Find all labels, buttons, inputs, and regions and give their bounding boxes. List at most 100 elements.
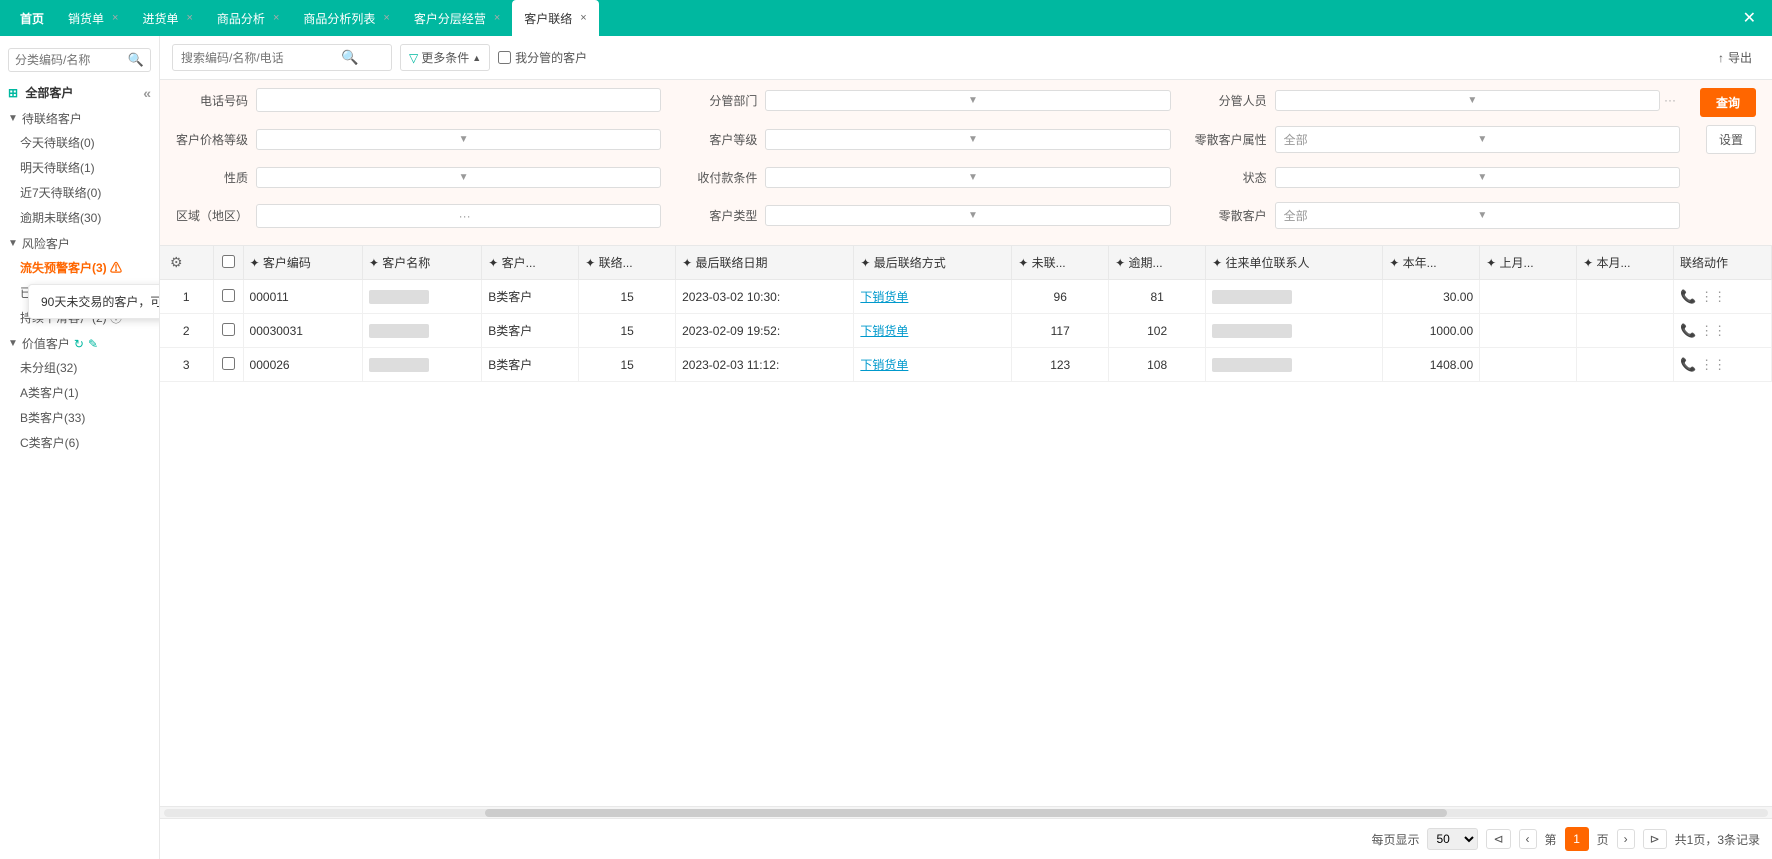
- zero-cust-select[interactable]: 全部 ▼: [1275, 202, 1680, 229]
- nav-tab-customer-segment[interactable]: 客户分层经营 ×: [402, 0, 512, 36]
- first-page-button[interactable]: ⊲: [1486, 829, 1510, 849]
- sidebar-item-class-c[interactable]: C类客户(6): [0, 430, 159, 455]
- value-section[interactable]: ▼ 价值客户 ↻ ✎: [0, 330, 159, 355]
- payment-select[interactable]: ▼: [765, 167, 1170, 188]
- th-last-month[interactable]: ✦ 上月...: [1480, 246, 1577, 280]
- last-page-button[interactable]: ⊳: [1643, 829, 1667, 849]
- th-no-contact-label: ✦ 未联...: [1018, 256, 1065, 270]
- nav-tab-purchase[interactable]: 进货单 ×: [130, 0, 204, 36]
- row2-call-icon[interactable]: 📞: [1680, 323, 1696, 339]
- price-level-select[interactable]: ▼: [256, 129, 661, 150]
- th-overdue[interactable]: ✦ 逾期...: [1109, 246, 1206, 280]
- sidebar-item-class-b[interactable]: B类客户(33): [0, 405, 159, 430]
- my-customers-checkbox[interactable]: [498, 51, 511, 64]
- filter-dept: 分管部门 ▼: [685, 90, 1170, 111]
- sidebar-item-overdue[interactable]: 逾期未联络(30): [0, 205, 159, 230]
- region-select[interactable]: ···: [256, 204, 661, 228]
- collapse-icon[interactable]: «: [143, 85, 151, 101]
- row3-checkbox[interactable]: [222, 357, 235, 370]
- all-customers-group[interactable]: ⊞ 全部客户 «: [0, 80, 159, 105]
- row1-checkbox[interactable]: [222, 289, 235, 302]
- th-this-year[interactable]: ✦ 本年...: [1383, 246, 1480, 280]
- refresh-icon[interactable]: ↻: [74, 337, 84, 351]
- query-button[interactable]: 查询: [1700, 88, 1756, 117]
- th-type[interactable]: ✦ 客户...: [482, 246, 579, 280]
- person-dots[interactable]: ···: [1660, 93, 1680, 107]
- row2-seq: 2: [160, 314, 213, 348]
- th-checkbox: [213, 246, 243, 280]
- row3-more-icon[interactable]: ⋮⋮: [1700, 357, 1726, 373]
- th-contact[interactable]: ✦ 联络...: [579, 246, 676, 280]
- prev-page-button[interactable]: ‹: [1519, 829, 1537, 849]
- horizontal-scrollbar[interactable]: [160, 806, 1772, 818]
- nature-select[interactable]: ▼: [256, 167, 661, 188]
- th-no-contact[interactable]: ✦ 未联...: [1012, 246, 1109, 280]
- dept-select[interactable]: ▼: [765, 90, 1170, 111]
- settings-button[interactable]: 设置: [1706, 125, 1756, 154]
- cust-type-select[interactable]: ▼: [765, 205, 1170, 226]
- more-filter-button[interactable]: ▽ 更多条件 ▲: [400, 44, 490, 71]
- th-this-month[interactable]: ✦ 本月...: [1577, 246, 1674, 280]
- nav-tab-home[interactable]: 首页: [8, 0, 56, 36]
- status-select[interactable]: ▼: [1275, 167, 1680, 188]
- sidebar-item-lost-pred[interactable]: 流失预警客户(3) ⚠: [0, 255, 159, 280]
- nav-tab-customer-link[interactable]: 客户联络 ×: [512, 0, 598, 36]
- sidebar-item-ungrouped[interactable]: 未分组(32): [0, 355, 159, 380]
- main-search-wrap[interactable]: 🔍: [172, 44, 392, 71]
- row3-call-icon[interactable]: 📞: [1680, 357, 1696, 373]
- nav-tab-sales[interactable]: 销货单 ×: [56, 0, 130, 36]
- page-size-select[interactable]: 50 100 200: [1427, 828, 1478, 850]
- sidebar-item-class-a[interactable]: A类客户(1): [0, 380, 159, 405]
- nav-tab-analysis[interactable]: 商品分析 ×: [205, 0, 291, 36]
- pending-label: 待联络客户: [22, 110, 82, 127]
- th-code[interactable]: ✦ 客户编码: [243, 246, 362, 280]
- select-all-checkbox[interactable]: [222, 255, 235, 268]
- filter-row-4: 区域（地区） ··· 客户类型 ▼: [176, 202, 1680, 229]
- sidebar-search-wrap[interactable]: 🔍: [8, 48, 151, 72]
- next-page-button[interactable]: ›: [1617, 829, 1635, 849]
- close-sales-icon[interactable]: ×: [112, 12, 118, 24]
- zero-attr-select[interactable]: 全部 ▼: [1275, 126, 1680, 153]
- sidebar-item-today[interactable]: 今天待联络(0): [0, 130, 159, 155]
- close-analysis-icon[interactable]: ×: [273, 12, 279, 24]
- th-unit-contact[interactable]: ✦ 往来单位联系人: [1206, 246, 1383, 280]
- th-last-method[interactable]: ✦ 最后联络方式: [854, 246, 1012, 280]
- close-analysis-list-icon[interactable]: ×: [383, 12, 389, 24]
- th-this-month-label: ✦ 本月...: [1583, 256, 1630, 270]
- filter-phone: 电话号码: [176, 88, 661, 112]
- export-button[interactable]: ↑ 导出: [1710, 45, 1760, 70]
- filter-buttons: 查询 设置: [1688, 88, 1756, 154]
- row1-seq: 1: [160, 280, 213, 314]
- window-close-button[interactable]: ✕: [1735, 4, 1764, 32]
- pending-section[interactable]: ▼ 待联络客户: [0, 105, 159, 130]
- close-customer-link-icon[interactable]: ×: [580, 12, 586, 24]
- main-search-input[interactable]: [181, 51, 341, 65]
- row2-checkbox[interactable]: [222, 323, 235, 336]
- filter-region: 区域（地区） ···: [176, 204, 661, 228]
- row3-name: [362, 348, 481, 382]
- nav-tab-analysis-list[interactable]: 商品分析列表 ×: [291, 0, 401, 36]
- filter-panel: 电话号码 分管部门 ▼ 分管人员: [160, 80, 1772, 246]
- cust-level-select[interactable]: ▼: [765, 129, 1170, 150]
- close-customer-segment-icon[interactable]: ×: [494, 12, 500, 24]
- close-purchase-icon[interactable]: ×: [186, 12, 192, 24]
- row2-more-icon[interactable]: ⋮⋮: [1700, 323, 1726, 339]
- risk-section[interactable]: ▼ 风险客户: [0, 230, 159, 255]
- edit-icon[interactable]: ✎: [88, 337, 98, 351]
- my-customers-checkbox-wrap[interactable]: 我分管的客户: [498, 49, 587, 66]
- gear-icon[interactable]: ⚙: [166, 254, 187, 270]
- person-select[interactable]: ▼: [1275, 90, 1660, 111]
- region-dots[interactable]: ···: [455, 209, 653, 223]
- row1-last-date: 2023-03-02 10:30:: [676, 280, 854, 314]
- row1-call-icon[interactable]: 📞: [1680, 289, 1696, 305]
- sidebar-item-tomorrow[interactable]: 明天待联络(1): [0, 155, 159, 180]
- filter-cust-type: 客户类型 ▼: [685, 205, 1170, 226]
- filter-payment: 收付款条件 ▼: [685, 167, 1170, 188]
- sidebar-item-7days[interactable]: 近7天待联络(0): [0, 180, 159, 205]
- sidebar-search-input[interactable]: [15, 53, 128, 67]
- phone-input[interactable]: [256, 88, 661, 112]
- row1-more-icon[interactable]: ⋮⋮: [1700, 289, 1726, 305]
- th-last-date[interactable]: ✦ 最后联络日期: [676, 246, 854, 280]
- th-name[interactable]: ✦ 客户名称: [362, 246, 481, 280]
- main-search-icon[interactable]: 🔍: [341, 49, 358, 66]
